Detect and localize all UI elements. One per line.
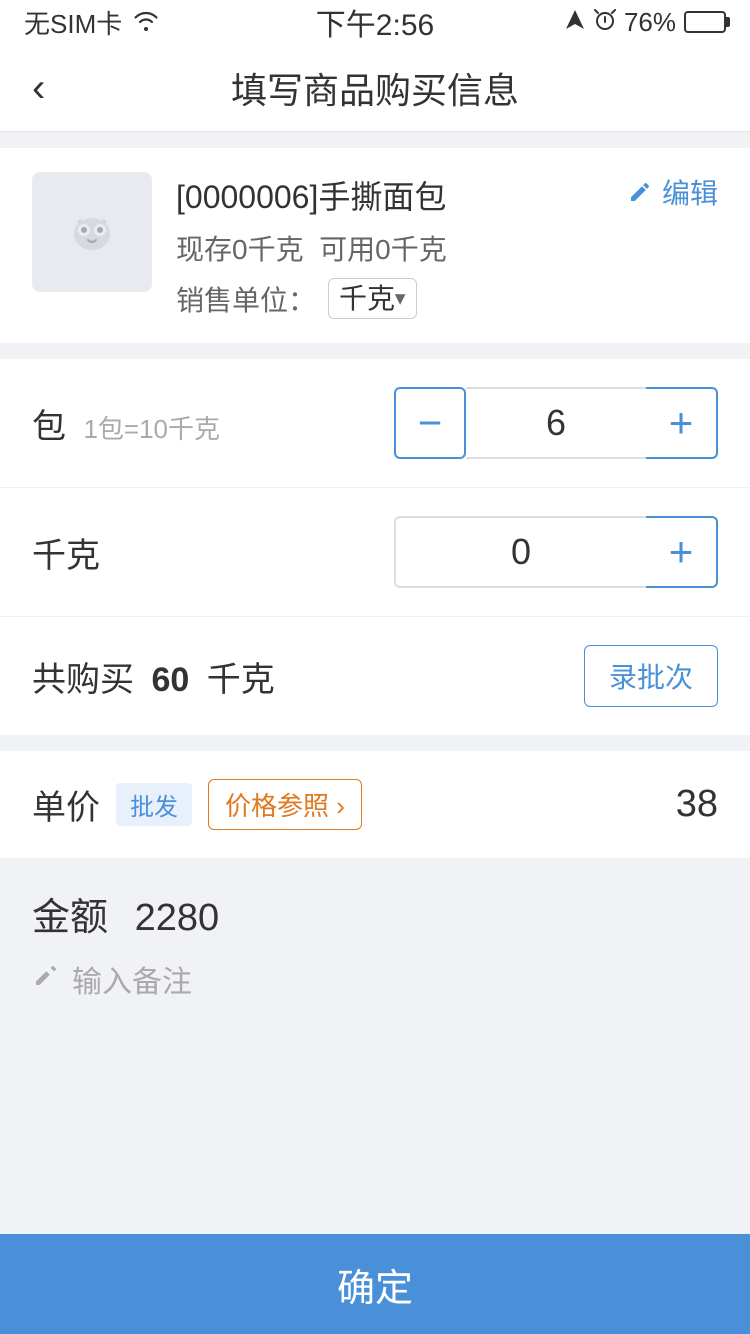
- package-quantity-control: − +: [394, 387, 718, 459]
- batch-button[interactable]: 录批次: [584, 645, 718, 707]
- package-plus-button[interactable]: +: [646, 387, 718, 459]
- total-text: 共购买 60 千克: [32, 652, 584, 701]
- edit-label: 编辑: [662, 172, 718, 212]
- status-bar: 无SIM卡 下午2:56 76%: [0, 0, 750, 44]
- status-right: 76%: [564, 7, 726, 38]
- package-minus-button[interactable]: −: [394, 387, 466, 459]
- package-quantity-input[interactable]: [466, 387, 646, 459]
- kg-quantity-control: +: [394, 516, 718, 588]
- status-left: 无SIM卡: [24, 4, 160, 41]
- status-time: 下午2:56: [316, 0, 434, 44]
- price-badge: 批发: [116, 783, 192, 826]
- price-value: 38: [676, 783, 718, 826]
- package-label: 包 1包=10千克: [32, 399, 394, 448]
- kg-plus-button[interactable]: +: [646, 516, 718, 588]
- quantity-section: 包 1包=10千克 − + 千克 + 共购买 60 千克 录批次: [0, 359, 750, 735]
- product-name: [0000006]手撕面包: [176, 172, 446, 218]
- product-image: [32, 172, 152, 292]
- total-amount: 60: [151, 661, 189, 699]
- alarm-icon: [594, 7, 616, 38]
- kg-quantity-input[interactable]: [394, 516, 646, 588]
- product-card: [0000006]手撕面包 编辑 现存0千克 可用0千克 销售单位： 千克: [0, 148, 750, 343]
- back-button[interactable]: ‹: [32, 68, 45, 108]
- carrier-text: 无SIM卡: [24, 4, 122, 41]
- unit-select-wrap[interactable]: 千克: [328, 278, 417, 319]
- pencil-icon: [32, 961, 60, 997]
- price-row: 单价 批发 价格参照 › 38: [32, 779, 718, 830]
- package-hint: 1包=10千克: [83, 414, 220, 444]
- package-row: 包 1包=10千克 − +: [0, 359, 750, 488]
- amount-row: 金额 2280: [32, 886, 718, 941]
- product-unit-row: 销售单位： 千克: [176, 278, 718, 319]
- product-stock: 现存0千克 可用0千克: [176, 228, 718, 268]
- amount-value: 2280: [135, 897, 220, 939]
- battery-icon: [684, 11, 726, 33]
- total-row: 共购买 60 千克 录批次: [0, 617, 750, 735]
- page-title: 填写商品购买信息: [231, 62, 519, 114]
- nav-bar: ‹ 填写商品购买信息: [0, 44, 750, 132]
- unit-select[interactable]: 千克: [328, 278, 417, 319]
- location-icon: [564, 7, 586, 38]
- kg-label: 千克: [32, 528, 394, 577]
- price-label: 单价: [32, 780, 100, 829]
- edit-button[interactable]: 编辑: [628, 172, 718, 212]
- remark-placeholder[interactable]: 输入备注: [72, 957, 192, 1001]
- kg-row: 千克 +: [0, 488, 750, 617]
- battery-text: 76%: [624, 7, 676, 38]
- price-section: 单价 批发 价格参照 › 38: [0, 751, 750, 858]
- product-info: [0000006]手撕面包 编辑 现存0千克 可用0千克 销售单位： 千克: [176, 172, 718, 319]
- wifi-icon: [132, 7, 160, 38]
- remark-row[interactable]: 输入备注: [32, 957, 718, 1021]
- amount-section: 金额 2280 输入备注: [0, 858, 750, 1021]
- confirm-button[interactable]: 确定: [0, 1234, 750, 1334]
- price-ref-button[interactable]: 价格参照 ›: [208, 779, 362, 830]
